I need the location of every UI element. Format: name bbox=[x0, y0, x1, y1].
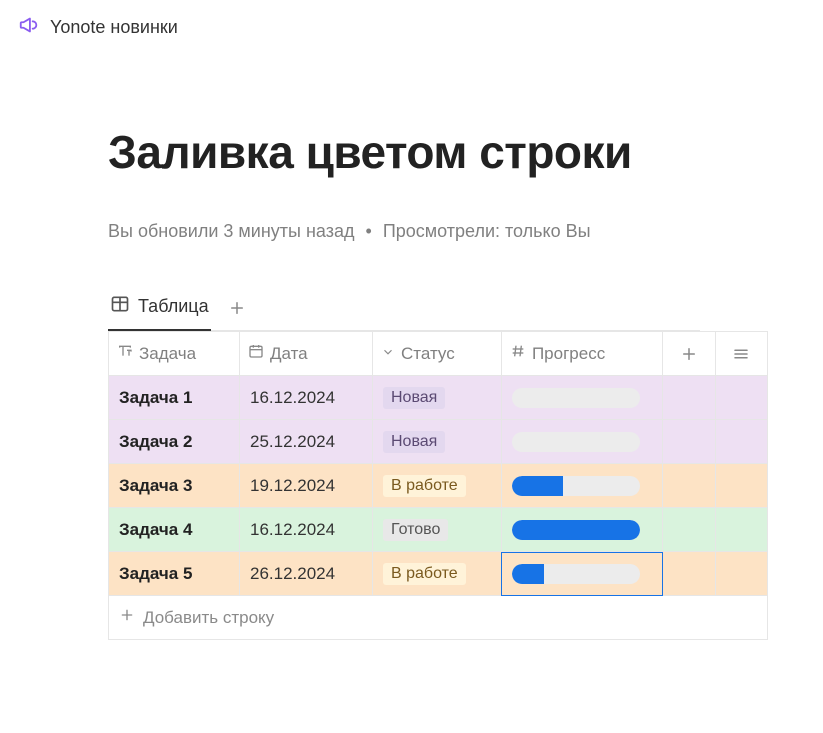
progress-bar bbox=[512, 476, 640, 496]
number-icon bbox=[510, 343, 526, 364]
date-cell[interactable]: 19.12.2024 bbox=[239, 464, 372, 508]
status-cell[interactable]: Готово bbox=[372, 508, 501, 552]
task-cell[interactable]: Задача 2 bbox=[109, 420, 240, 464]
column-header-status[interactable]: Статус bbox=[372, 332, 501, 376]
megaphone-icon bbox=[18, 14, 40, 41]
meta-separator: • bbox=[366, 221, 372, 241]
status-cell[interactable]: Новая bbox=[372, 376, 501, 420]
task-cell[interactable]: Задача 5 bbox=[109, 552, 240, 596]
table-row[interactable]: Задача 225.12.2024 Новая bbox=[109, 420, 768, 464]
tab-label: Таблица bbox=[138, 296, 209, 317]
column-header-task[interactable]: Задача bbox=[109, 332, 240, 376]
meta-updated: Вы обновили 3 минуты назад bbox=[108, 221, 354, 241]
date-cell[interactable]: 16.12.2024 bbox=[239, 376, 372, 420]
calendar-icon bbox=[248, 343, 264, 364]
add-row-button[interactable]: Добавить строку bbox=[109, 596, 768, 640]
progress-bar bbox=[512, 564, 640, 584]
column-header-date[interactable]: Дата bbox=[239, 332, 372, 376]
status-badge: В работе bbox=[383, 475, 466, 497]
table-icon bbox=[110, 294, 130, 319]
date-cell[interactable]: 16.12.2024 bbox=[239, 508, 372, 552]
empty-cell bbox=[715, 376, 767, 420]
empty-cell bbox=[715, 552, 767, 596]
tab-table[interactable]: Таблица bbox=[108, 286, 211, 331]
status-cell[interactable]: Новая bbox=[372, 420, 501, 464]
progress-cell[interactable] bbox=[501, 464, 662, 508]
empty-cell bbox=[715, 464, 767, 508]
progress-bar bbox=[512, 520, 640, 540]
progress-cell[interactable] bbox=[501, 376, 662, 420]
empty-cell bbox=[663, 376, 715, 420]
task-cell[interactable]: Задача 3 bbox=[109, 464, 240, 508]
progress-cell[interactable] bbox=[501, 552, 662, 596]
empty-cell bbox=[715, 420, 767, 464]
empty-cell bbox=[715, 508, 767, 552]
chevron-down-icon bbox=[381, 344, 395, 364]
table-options-button[interactable] bbox=[715, 332, 767, 376]
date-cell[interactable]: 25.12.2024 bbox=[239, 420, 372, 464]
breadcrumb[interactable]: Yonote новинки bbox=[0, 0, 823, 55]
breadcrumb-label: Yonote новинки bbox=[50, 17, 178, 38]
status-badge: Готово bbox=[383, 519, 448, 541]
table-row[interactable]: Задача 416.12.2024 Готово bbox=[109, 508, 768, 552]
status-badge: Новая bbox=[383, 431, 445, 453]
page-meta: Вы обновили 3 минуты назад • Просмотрели… bbox=[108, 221, 700, 242]
table-row[interactable]: Задача 116.12.2024 Новая bbox=[109, 376, 768, 420]
text-type-icon bbox=[117, 343, 133, 364]
status-badge: Новая bbox=[383, 387, 445, 409]
status-cell[interactable]: В работе bbox=[372, 464, 501, 508]
plus-icon bbox=[119, 607, 135, 628]
progress-cell[interactable] bbox=[501, 420, 662, 464]
empty-cell bbox=[663, 552, 715, 596]
empty-cell bbox=[663, 420, 715, 464]
table-row[interactable]: Задача 319.12.2024 В работе bbox=[109, 464, 768, 508]
add-column-button[interactable] bbox=[663, 332, 715, 376]
progress-bar bbox=[512, 388, 640, 408]
meta-views: Просмотрели: только Вы bbox=[383, 221, 591, 241]
status-cell[interactable]: В работе bbox=[372, 552, 501, 596]
empty-cell bbox=[663, 508, 715, 552]
add-view-button[interactable] bbox=[225, 296, 249, 320]
add-row-label: Добавить строку bbox=[143, 608, 274, 628]
date-cell[interactable]: 26.12.2024 bbox=[239, 552, 372, 596]
progress-bar bbox=[512, 432, 640, 452]
progress-cell[interactable] bbox=[501, 508, 662, 552]
view-tabs: Таблица bbox=[108, 286, 700, 331]
page-title: Заливка цветом строки bbox=[108, 125, 700, 179]
column-header-progress[interactable]: Прогресс bbox=[501, 332, 662, 376]
table-row[interactable]: Задача 526.12.2024 В работе bbox=[109, 552, 768, 596]
status-badge: В работе bbox=[383, 563, 466, 585]
table-header-row: Задача Дата Ст bbox=[109, 332, 768, 376]
task-cell[interactable]: Задача 4 bbox=[109, 508, 240, 552]
data-table: Задача Дата Ст bbox=[108, 331, 768, 640]
task-cell[interactable]: Задача 1 bbox=[109, 376, 240, 420]
empty-cell bbox=[663, 464, 715, 508]
